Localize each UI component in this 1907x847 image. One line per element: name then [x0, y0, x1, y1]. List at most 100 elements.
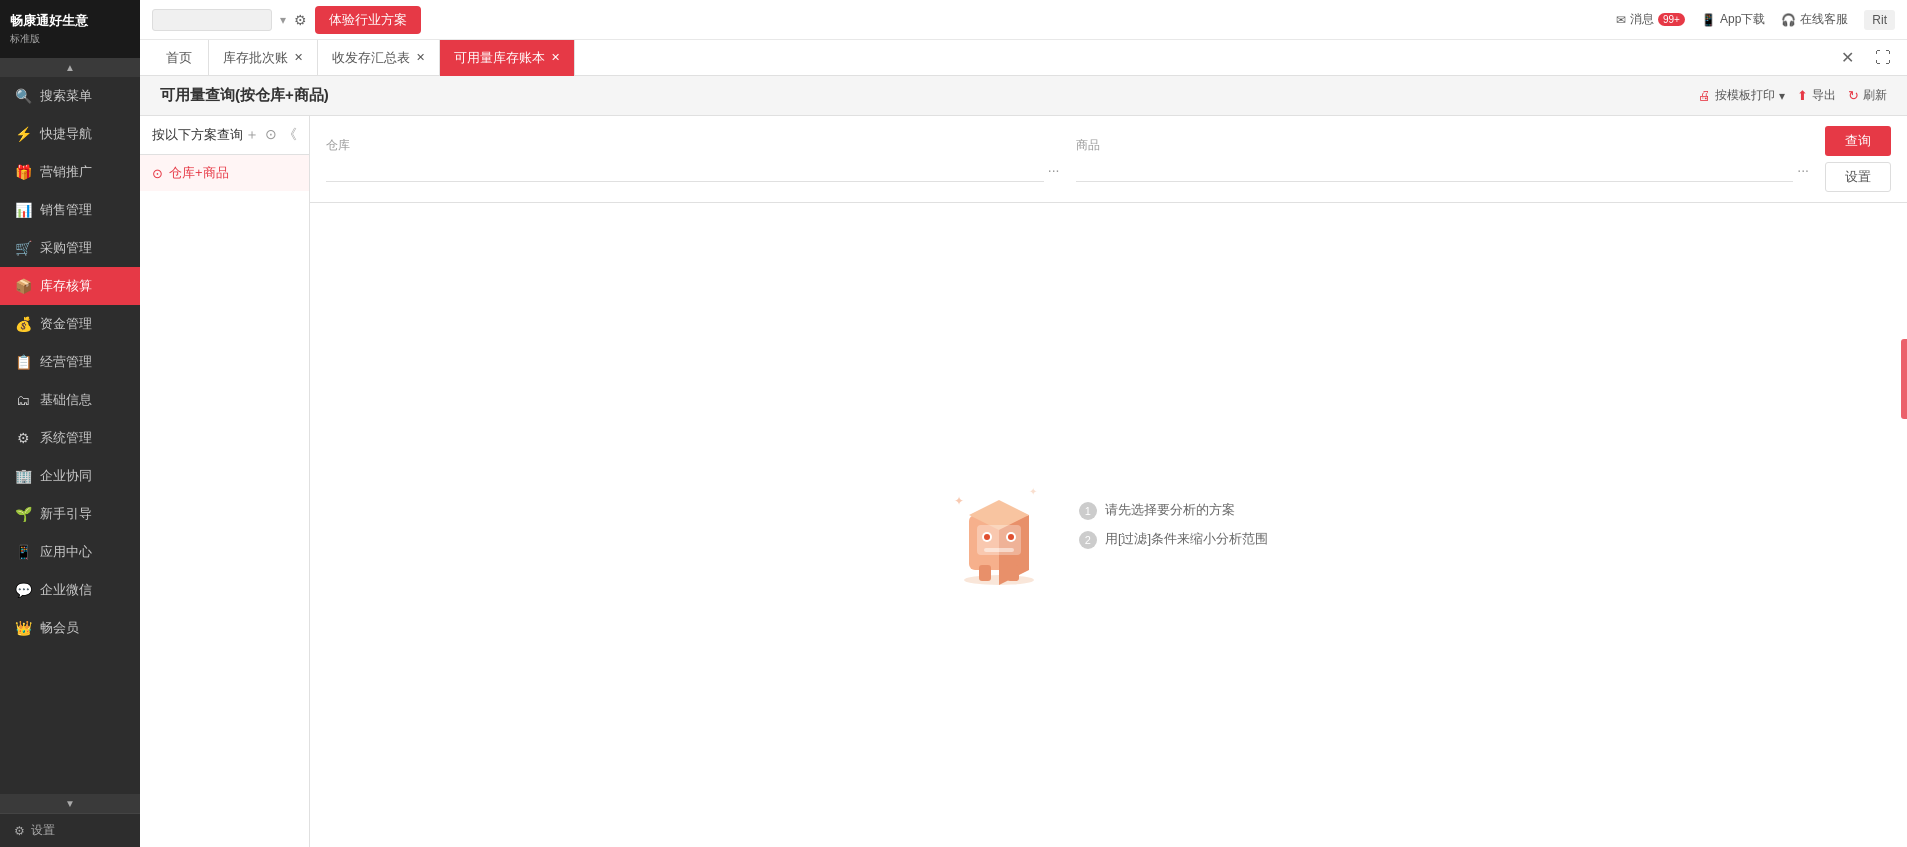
svg-point-6: [984, 534, 990, 540]
sidebar-item-finance[interactable]: 💰 资金管理: [0, 305, 140, 343]
topbar-gear-icon[interactable]: ⚙: [294, 12, 307, 28]
svg-text:✦: ✦: [1029, 486, 1037, 497]
sidebar-label-system: 系统管理: [40, 429, 92, 447]
topbar-chevron-icon[interactable]: ▾: [280, 13, 286, 27]
export-btn[interactable]: ⬆ 导出: [1797, 87, 1836, 104]
empty-step-1: 1 请先选择要分析的方案: [1079, 501, 1268, 520]
sidebar-label-basic: 基础信息: [40, 391, 92, 409]
message-btn[interactable]: ✉ 消息 99+: [1616, 11, 1685, 28]
sidebar-item-basic[interactable]: 🗂 基础信息: [0, 381, 140, 419]
sidebar-label-guide: 新手引导: [40, 505, 92, 523]
sidebar-scroll-down[interactable]: ▼: [0, 794, 140, 813]
scheme-item-warehouse-product[interactable]: ⊙ 仓库+商品: [140, 155, 309, 191]
guide-icon: 🌱: [14, 506, 32, 522]
maximize-btn[interactable]: ⛶: [1869, 44, 1897, 72]
add-scheme-icon[interactable]: ＋: [245, 126, 259, 144]
sidebar-item-vip[interactable]: 👑 畅会员: [0, 609, 140, 647]
tab-label-available: 可用量库存账本: [454, 49, 545, 67]
scroll-indicator[interactable]: [1901, 339, 1907, 419]
sidebar-label-search: 搜索菜单: [40, 87, 92, 105]
tab-receipt[interactable]: 收发存汇总表 ✕: [318, 40, 440, 76]
empty-state: ✦ ✦ 1 请先选择要分析的方案2 用[过滤]条件来缩小分析范围: [310, 203, 1907, 847]
sidebar-item-appstore[interactable]: 📱 应用中心: [0, 533, 140, 571]
template-print-btn[interactable]: 🖨 按模板打印 ▾: [1698, 87, 1785, 104]
content-area: 按以下方案查询 ＋ ⊙ 《 ⊙ 仓库+商品 仓库 ···: [140, 116, 1907, 847]
sidebar-scroll-up[interactable]: ▲: [0, 58, 140, 77]
tabs-bar: 首页库存批次账 ✕收发存汇总表 ✕可用量库存账本 ✕ ✕ ⛶: [140, 40, 1907, 76]
message-icon: ✉: [1616, 13, 1626, 27]
sidebar-item-sales[interactable]: 📊 销售管理: [0, 191, 140, 229]
close-tab-btn[interactable]: ✕: [1833, 44, 1861, 72]
scheme-label-warehouse-product: 仓库+商品: [169, 164, 229, 182]
enterprise-icon: 🏢: [14, 468, 32, 484]
svg-text:✦: ✦: [954, 494, 964, 508]
sidebar-item-marketing[interactable]: 🎁 营销推广: [0, 153, 140, 191]
query-btn[interactable]: 查询: [1825, 126, 1891, 156]
sidebar-label-sales: 销售管理: [40, 201, 92, 219]
tab-close-available[interactable]: ✕: [551, 51, 560, 64]
sidebar-item-system[interactable]: ⚙ 系统管理: [0, 419, 140, 457]
app-download-btn[interactable]: 📱 App下载: [1701, 11, 1765, 28]
right-panel: 仓库 ··· 商品 ··· 查询 设置: [310, 116, 1907, 847]
scheme-icon-warehouse-product: ⊙: [152, 166, 163, 181]
warehouse-label: 仓库: [326, 137, 1060, 154]
filter-settings-btn[interactable]: 设置: [1825, 162, 1891, 192]
headset-icon: 🎧: [1781, 13, 1796, 27]
app-icon: 📱: [1701, 13, 1716, 27]
warehouse-more-icon[interactable]: ···: [1048, 162, 1060, 178]
refresh-btn[interactable]: ↻ 刷新: [1848, 87, 1887, 104]
print-chevron-icon[interactable]: ▾: [1779, 89, 1785, 103]
sidebar-label-purchase: 采购管理: [40, 239, 92, 257]
sales-icon: 📊: [14, 202, 32, 218]
tab-label-home: 首页: [166, 49, 192, 67]
sidebar: 畅康通好生意 标准版 ▲ 🔍 搜索菜单⚡ 快捷导航🎁 营销推广📊 销售管理🛒 采…: [0, 0, 140, 847]
tab-available[interactable]: 可用量库存账本 ✕: [440, 40, 575, 76]
tab-label-receipt: 收发存汇总表: [332, 49, 410, 67]
topbar-search-input[interactable]: [152, 9, 272, 31]
print-icon: 🖨: [1698, 88, 1711, 103]
scheme-list: ⊙ 仓库+商品: [140, 155, 309, 191]
sidebar-item-search[interactable]: 🔍 搜索菜单: [0, 77, 140, 115]
tab-close-batch[interactable]: ✕: [294, 51, 303, 64]
page-header-actions: 🖨 按模板打印 ▾ ⬆ 导出 ↻ 刷新: [1698, 87, 1887, 104]
product-more-icon[interactable]: ···: [1797, 162, 1809, 178]
sidebar-bottom: ⚙ 设置: [0, 813, 140, 847]
warehouse-input[interactable]: [326, 158, 1044, 182]
query-panel: 按以下方案查询 ＋ ⊙ 《 ⊙ 仓库+商品: [140, 116, 310, 847]
sidebar-label-appstore: 应用中心: [40, 543, 92, 561]
tab-batch[interactable]: 库存批次账 ✕: [209, 40, 318, 76]
export-label: 导出: [1812, 87, 1836, 104]
sidebar-item-inventory[interactable]: 📦 库存核算: [0, 267, 140, 305]
sidebar-label-operation: 经营管理: [40, 353, 92, 371]
step-num-1: 1: [1079, 502, 1097, 520]
sidebar-item-guide[interactable]: 🌱 新手引导: [0, 495, 140, 533]
service-btn[interactable]: 🎧 在线客服: [1781, 11, 1848, 28]
edition-label: 标准版: [10, 32, 40, 46]
collapse-panel-icon[interactable]: 《: [283, 126, 297, 144]
basic-icon: 🗂: [14, 392, 32, 408]
service-label: 在线客服: [1800, 11, 1848, 28]
refresh-label: 刷新: [1863, 87, 1887, 104]
inventory-icon: 📦: [14, 278, 32, 294]
svg-point-8: [1008, 534, 1014, 540]
sidebar-item-wechat[interactable]: 💬 企业微信: [0, 571, 140, 609]
purchase-icon: 🛒: [14, 240, 32, 256]
message-label: 消息: [1630, 11, 1654, 28]
settings-scheme-icon[interactable]: ⊙: [265, 126, 277, 144]
product-label: 商品: [1076, 137, 1810, 154]
product-input[interactable]: [1076, 158, 1794, 182]
sidebar-item-operation[interactable]: 📋 经营管理: [0, 343, 140, 381]
svg-rect-10: [979, 565, 991, 581]
template-print-label: 按模板打印: [1715, 87, 1775, 104]
step-text-1: 请先选择要分析的方案: [1105, 501, 1235, 519]
sidebar-item-quick-nav[interactable]: ⚡ 快捷导航: [0, 115, 140, 153]
sidebar-settings-label: 设置: [31, 822, 55, 839]
filter-actions: 查询 设置: [1825, 126, 1891, 192]
tab-home[interactable]: 首页: [150, 40, 209, 76]
tab-close-receipt[interactable]: ✕: [416, 51, 425, 64]
tab-actions: ✕ ⛶: [1833, 44, 1907, 72]
sidebar-item-enterprise[interactable]: 🏢 企业协同: [0, 457, 140, 495]
sidebar-item-purchase[interactable]: 🛒 采购管理: [0, 229, 140, 267]
trial-btn[interactable]: 体验行业方案: [315, 6, 421, 34]
user-name[interactable]: Rit: [1864, 10, 1895, 30]
